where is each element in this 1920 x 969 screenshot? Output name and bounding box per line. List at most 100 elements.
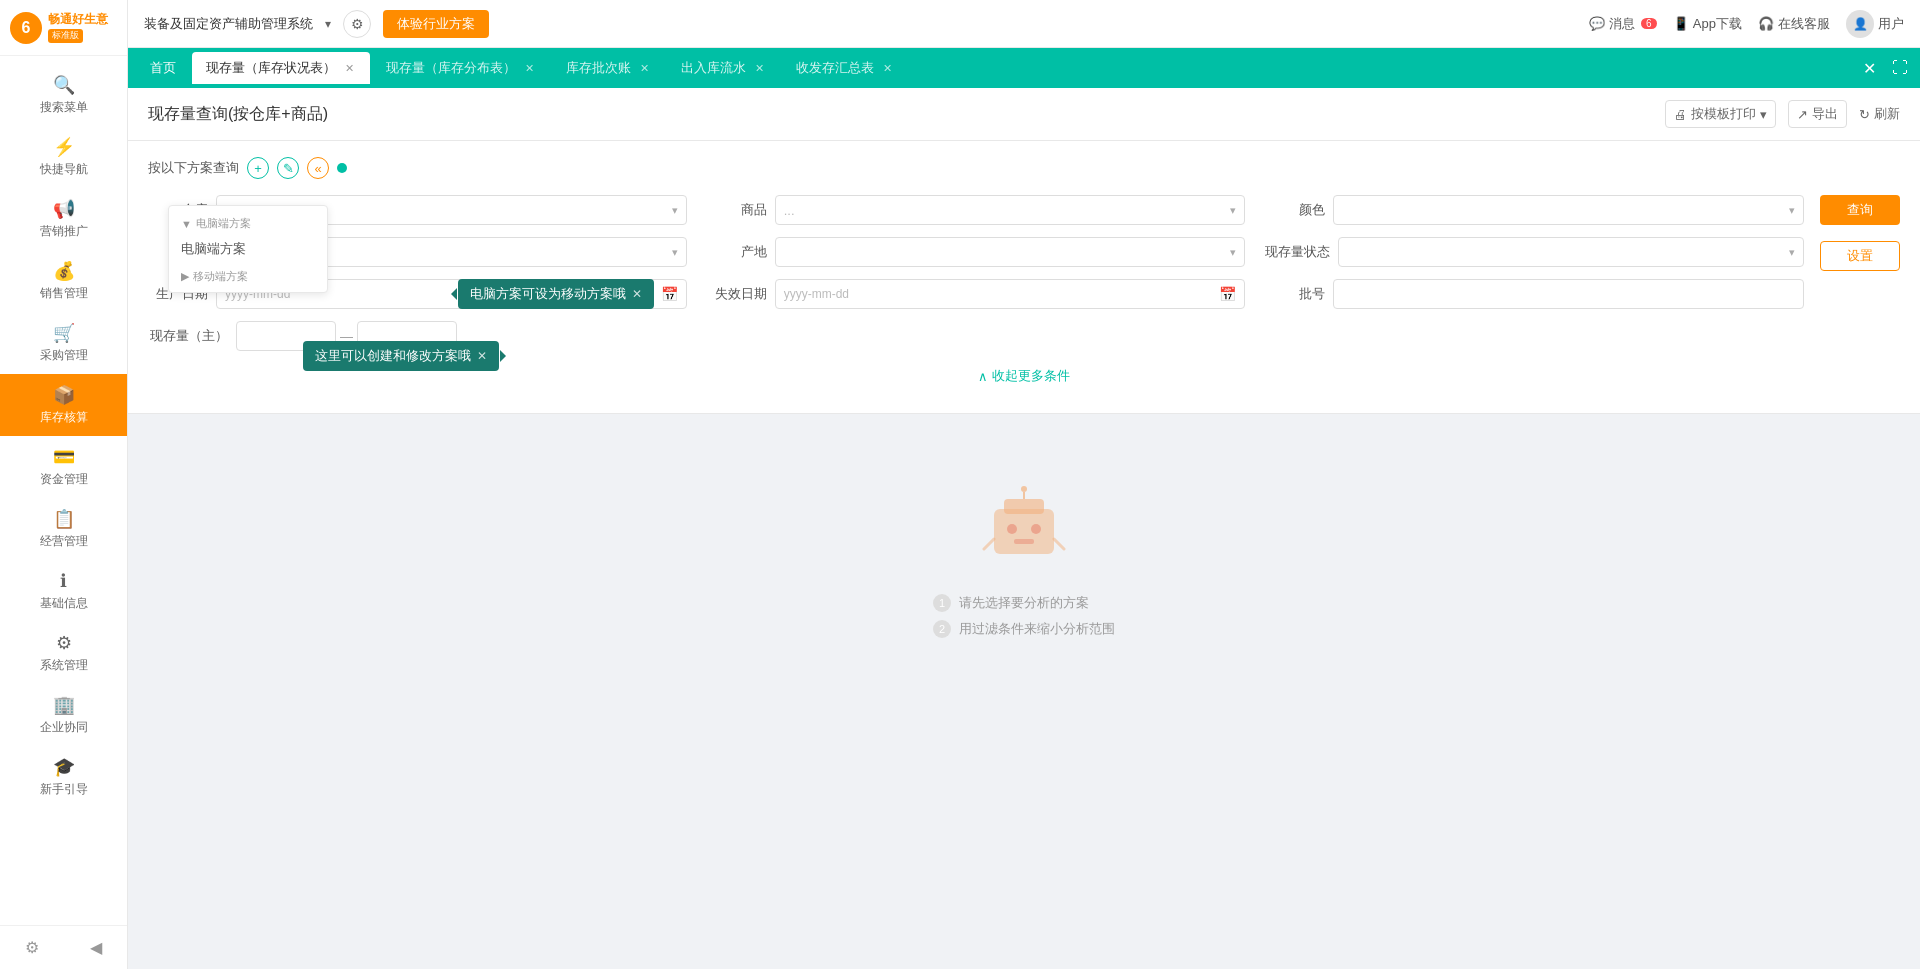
- filter-content: 仓库 ... ▾ 商品 ... ▾: [148, 191, 1900, 355]
- app-download-item[interactable]: 📱 App下载: [1673, 15, 1742, 33]
- sidebar-footer: ⚙ ◀: [0, 925, 127, 969]
- notification-icon: 💬: [1589, 16, 1605, 31]
- tooltip1-close[interactable]: ✕: [632, 287, 642, 301]
- online-support-item[interactable]: 🎧 在线客服: [1758, 15, 1830, 33]
- tooltip2-close[interactable]: ✕: [477, 349, 487, 363]
- step2-num: 2: [933, 620, 951, 638]
- desktop-scheme-item[interactable]: 电脑端方案: [169, 235, 327, 263]
- tab-label-batch-ledger: 库存批次账: [566, 59, 631, 77]
- sidebar-item-basic[interactable]: ℹ 基础信息: [0, 560, 127, 622]
- scheme-list: ▼ 电脑端方案 电脑端方案 ▶ 移动端方案: [168, 205, 328, 293]
- tab-label-home: 首页: [150, 59, 176, 77]
- sidebar-item-finance[interactable]: 💳 资金管理: [0, 436, 127, 498]
- fullscreen-icon[interactable]: ⛶: [1888, 55, 1912, 81]
- nav-label-quick-nav: 快捷导航: [40, 161, 88, 178]
- main-area: 装备及固定资产辅助管理系统 ▾ ⚙ 体验行业方案 💬 消息 6 📱 App下载 …: [128, 0, 1920, 969]
- back-scheme-btn[interactable]: «: [307, 157, 329, 179]
- color-field: 颜色 ▾: [1265, 195, 1804, 225]
- origin-label: 产地: [707, 243, 767, 261]
- filter-row1: 仓库 ... ▾ 商品 ... ▾: [148, 195, 1804, 225]
- reset-button[interactable]: 设置: [1820, 241, 1900, 271]
- system-dropdown[interactable]: ▾: [325, 17, 331, 31]
- size-dropdown-icon: ▾: [672, 246, 678, 259]
- batch-label: 批号: [1265, 285, 1325, 303]
- origin-field: 产地 ▾: [707, 237, 1246, 267]
- origin-select[interactable]: ▾: [775, 237, 1246, 267]
- refresh-button[interactable]: ↻ 刷新: [1859, 105, 1900, 123]
- svg-point-2: [1007, 524, 1017, 534]
- sidebar-item-system[interactable]: ⚙ 系统管理: [0, 622, 127, 684]
- settings-footer-icon[interactable]: ⚙: [25, 938, 39, 957]
- print-button[interactable]: 🖨 按模板打印 ▾: [1665, 100, 1776, 128]
- collapse-icon-caret: ∧: [978, 369, 988, 384]
- sidebar-item-purchase[interactable]: 🛒 采购管理: [0, 312, 127, 374]
- sidebar-nav: 🔍 搜索菜单 ⚡ 快捷导航 📢 营销推广 💰 销售管理 🛒 采购管理 📦 库存核…: [0, 56, 127, 925]
- product-select[interactable]: ... ▾: [775, 195, 1246, 225]
- search-actions: 查询 设置: [1820, 191, 1900, 355]
- svg-point-3: [1031, 524, 1041, 534]
- tab-close-batch-ledger[interactable]: ✕: [637, 61, 651, 75]
- nav-icon-operation: 📋: [53, 508, 75, 530]
- page-title: 现存量查询(按仓库+商品): [148, 104, 328, 125]
- nav-label-marketing: 营销推广: [40, 223, 88, 240]
- sidebar-item-sales[interactable]: 💰 销售管理: [0, 250, 127, 312]
- notification-item[interactable]: 💬 消息 6: [1589, 15, 1657, 33]
- nav-label-sales: 销售管理: [40, 285, 88, 302]
- nav-label-operation: 经营管理: [40, 533, 88, 550]
- empty-state: 1 请先选择要分析的方案 2 用过滤条件来缩小分析范围: [128, 414, 1920, 706]
- nav-icon-basic: ℹ: [60, 570, 67, 592]
- tab-close-flow[interactable]: ✕: [752, 61, 766, 75]
- sidebar-item-enterprise[interactable]: 🏢 企业协同: [0, 684, 127, 746]
- close-all-icon[interactable]: ✕: [1859, 55, 1880, 82]
- tab-close-receipt-summary[interactable]: ✕: [880, 61, 894, 75]
- header-left: 装备及固定资产辅助管理系统 ▾ ⚙ 体验行业方案: [144, 10, 489, 38]
- user-item[interactable]: 👤 用户: [1846, 10, 1904, 38]
- sidebar-item-inventory[interactable]: 📦 库存核算: [0, 374, 127, 436]
- sidebar-logo: 6 畅通好生意 标准版: [0, 0, 127, 56]
- product-placeholder: ...: [784, 203, 795, 218]
- tooltip1-text: 电脑方案可设为移动方案哦: [470, 285, 626, 303]
- nav-icon-inventory: 📦: [53, 384, 75, 406]
- nav-label-search: 搜索菜单: [40, 99, 88, 116]
- export-button[interactable]: ↗ 导出: [1788, 100, 1847, 128]
- dot-indicator: [337, 163, 347, 173]
- tab-receipt-summary[interactable]: 收发存汇总表✕: [782, 52, 908, 84]
- desktop-group-label: ▼ 电脑端方案: [181, 216, 315, 231]
- tab-inventory-dist[interactable]: 现存量（库存分布表）✕: [372, 52, 550, 84]
- tab-close-inventory-status[interactable]: ✕: [342, 61, 356, 75]
- trial-button[interactable]: 体验行业方案: [383, 10, 489, 38]
- color-select[interactable]: ▾: [1333, 195, 1804, 225]
- arrow-icon-mobile: ▶: [181, 270, 189, 283]
- settings-button[interactable]: ⚙: [343, 10, 371, 38]
- sidebar-item-guide[interactable]: 🎓 新手引导: [0, 746, 127, 808]
- nav-label-basic: 基础信息: [40, 595, 88, 612]
- nav-icon-guide: 🎓: [53, 756, 75, 778]
- expiry-date-input[interactable]: yyyy-mm-dd 📅: [775, 279, 1246, 309]
- batch-input[interactable]: [1333, 279, 1804, 309]
- empty-step2: 2 用过滤条件来缩小分析范围: [933, 620, 1115, 638]
- search-button[interactable]: 查询: [1820, 195, 1900, 225]
- tab-inventory-status[interactable]: 现存量（库存状况表） ✕: [192, 52, 370, 84]
- tab-home[interactable]: 首页: [136, 52, 190, 84]
- tab-bar-right: ✕ ⛶: [1859, 55, 1912, 82]
- sidebar-item-quick-nav[interactable]: ⚡ 快捷导航: [0, 126, 127, 188]
- sidebar-item-operation[interactable]: 📋 经营管理: [0, 498, 127, 560]
- add-scheme-btn[interactable]: +: [247, 157, 269, 179]
- headset-icon: 🎧: [1758, 16, 1774, 31]
- color-label: 颜色: [1265, 201, 1325, 219]
- edit-scheme-btn[interactable]: ✎: [277, 157, 299, 179]
- stock-status-select[interactable]: ▾: [1338, 237, 1804, 267]
- filter-inner: 按以下方案查询 + ✎ « ▼ 电脑端方案 电脑端方案: [148, 157, 1900, 397]
- filter-area: 按以下方案查询 + ✎ « ▼ 电脑端方案 电脑端方案: [128, 141, 1920, 414]
- nav-icon-enterprise: 🏢: [53, 694, 75, 716]
- tab-label-inventory-status: 现存量（库存状况表）: [206, 59, 336, 77]
- tooltip2-text: 这里可以创建和修改方案哦: [315, 347, 471, 365]
- sidebar-item-marketing[interactable]: 📢 营销推广: [0, 188, 127, 250]
- tab-flow[interactable]: 出入库流水✕: [667, 52, 780, 84]
- arrow-icon: ▼: [181, 218, 192, 230]
- collapse-icon[interactable]: ◀: [90, 938, 102, 957]
- tab-close-inventory-dist[interactable]: ✕: [522, 61, 536, 75]
- tab-batch-ledger[interactable]: 库存批次账 ✕: [552, 52, 665, 84]
- desktop-scheme-group: ▼ 电脑端方案: [169, 210, 327, 235]
- sidebar-item-search[interactable]: 🔍 搜索菜单: [0, 64, 127, 126]
